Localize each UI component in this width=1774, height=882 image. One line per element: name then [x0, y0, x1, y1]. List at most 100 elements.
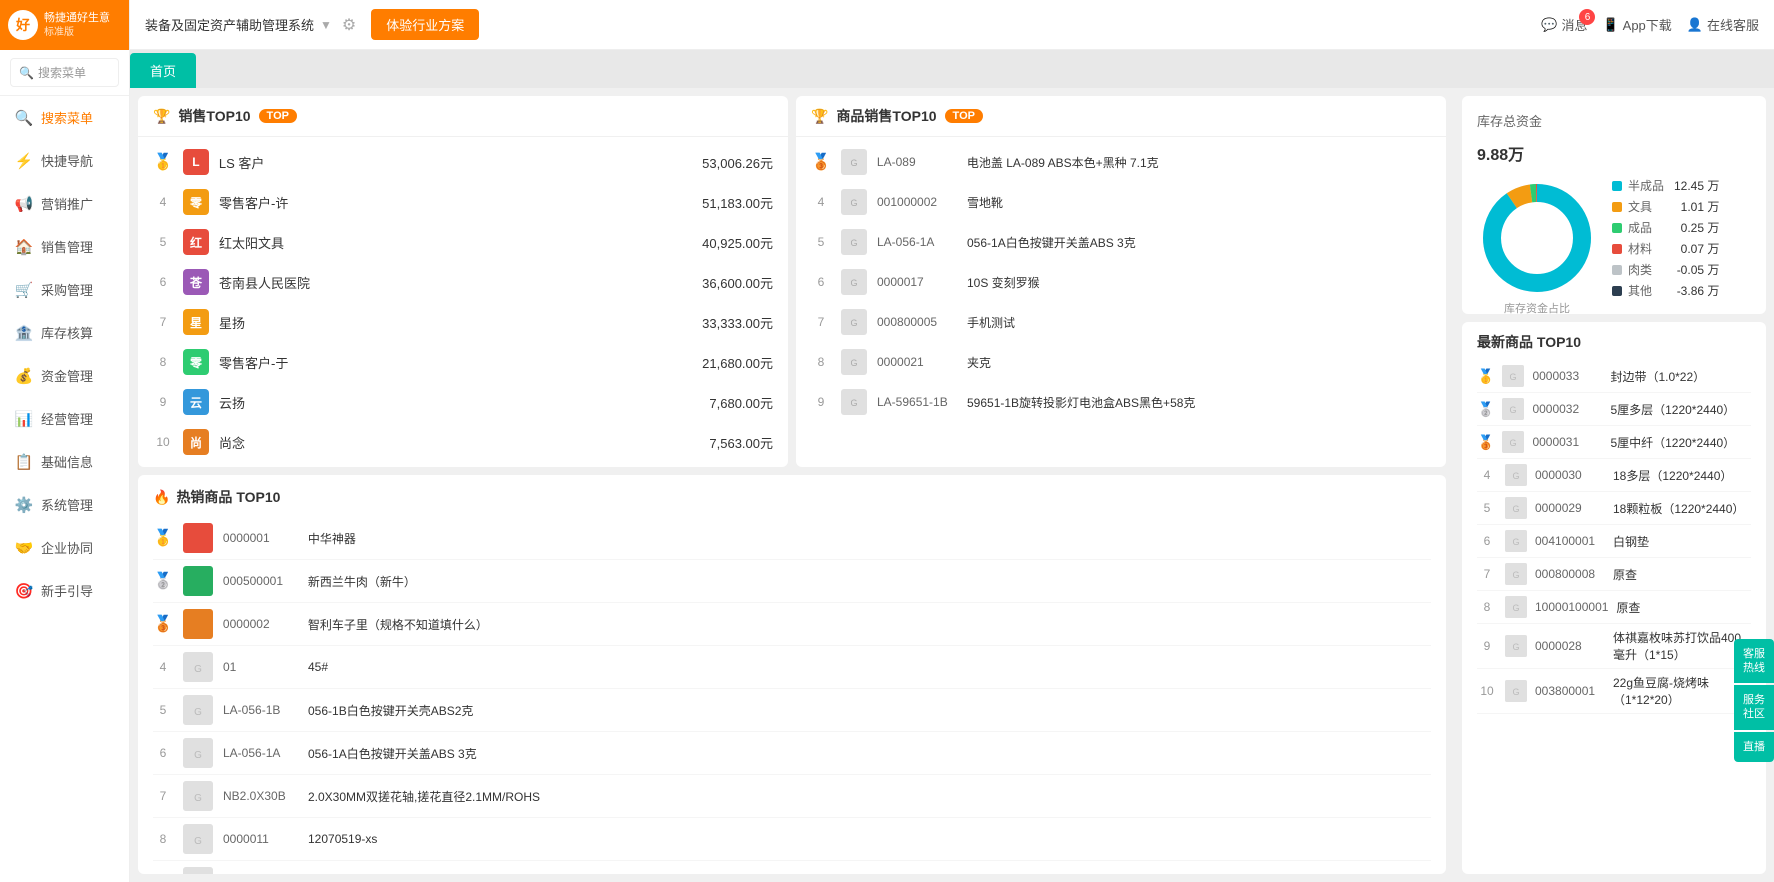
sidebar-item-system[interactable]: ⚙️系统管理	[0, 483, 129, 526]
svg-text:G: G	[1512, 537, 1519, 547]
medal-icon: 🥉	[153, 614, 173, 634]
settings-icon[interactable]: ⚙	[342, 15, 356, 35]
trophy2-icon: 🏆	[811, 108, 828, 125]
new-product-item: 9G0000028体祺嘉枚味苏打饮品400毫升（1*15）	[1477, 624, 1751, 669]
new-product-name: 5厘多层（1220*2440）	[1610, 401, 1751, 418]
live-button[interactable]: 直播	[1734, 732, 1774, 762]
hot-product-item: 6GLA-056-1A056-1A白色按键开关盖ABS 3克	[153, 732, 1431, 775]
new-product-code: 0000030	[1535, 468, 1605, 482]
new-product-code: 0000031	[1532, 435, 1602, 449]
sidebar-item-finance[interactable]: 💰资金管理	[0, 354, 129, 397]
customer-item: 9云云扬7,680.00元	[138, 382, 788, 422]
search-menu-button[interactable]: 🔍 搜索菜单	[10, 58, 119, 87]
sidebar-item-marketing[interactable]: 📢营销推广	[0, 182, 129, 225]
product-name: 59651-1B旋转投影灯电池盒ABS黑色+58克	[967, 394, 1431, 411]
svg-text:G: G	[1510, 438, 1517, 448]
legend-name: 其他	[1628, 282, 1668, 299]
product-code: 0000021	[877, 355, 957, 369]
new-product-item: 10G00380000122g鱼豆腐-烧烤味（1*12*20）	[1477, 669, 1751, 714]
hot-product-item: 8G000001112070519-xs	[153, 818, 1431, 861]
rank-number: 7	[811, 315, 831, 329]
messages-button[interactable]: 💬 消息 6	[1541, 15, 1587, 34]
customer-service-button[interactable]: 客服热线	[1734, 639, 1774, 684]
sidebar-item-sales[interactable]: 🏠 销售管理	[0, 225, 129, 268]
tab-home[interactable]: 首页	[130, 53, 196, 88]
hot-product-name: 056-1B白色按键开关壳ABS2克	[308, 702, 1431, 719]
sidebar-label-marketing: 营销推广	[41, 194, 93, 213]
hot-product-item: 7GNB2.0X30B2.0X30MM双搓花轴,搓花直径2.1MM/ROHS	[153, 775, 1431, 818]
customer-name: 红太阳文具	[219, 233, 692, 252]
hot-product-image: G	[183, 867, 213, 874]
medal-icon: 🥇	[1477, 368, 1494, 385]
sidebar-item-collab[interactable]: 🤝企业协同	[0, 526, 129, 569]
sidebar-item-operation[interactable]: 📊经营管理	[0, 397, 129, 440]
legend-value: -3.86 万	[1677, 282, 1720, 299]
svg-text:G: G	[194, 750, 202, 761]
product-list: 🥉GLA-089电池盖 LA-089 ABS本色+黑种 7.1克4G001000…	[796, 137, 1446, 427]
sidebar-item-inventory[interactable]: 🏦库存核算	[0, 311, 129, 354]
sales-icon: 🏠	[15, 238, 33, 256]
svg-text:G: G	[194, 836, 202, 847]
legend-item: 半成品12.45 万	[1612, 177, 1719, 194]
new-product-code: 10000100001	[1535, 600, 1608, 614]
sidebar-item-purchase[interactable]: 🛒采购管理	[0, 268, 129, 311]
service-community-button[interactable]: 服务社区	[1734, 685, 1774, 730]
sidebar-item-guide[interactable]: 🎯新手引导	[0, 569, 129, 612]
customer-item: 7星星扬33,333.00元	[138, 302, 788, 342]
hot-product-item: 🥉0000002智利车子里（规格不知道填什么）	[153, 603, 1431, 646]
hot-product-name: 智利车子里（规格不知道填什么）	[308, 616, 1431, 633]
system-selector[interactable]: 装备及固定资产辅助管理系统 ▼	[145, 15, 332, 34]
svg-text:G: G	[1512, 642, 1519, 652]
sidebar-label-sales: 销售管理	[41, 237, 93, 256]
customer-avatar: L	[183, 149, 209, 175]
customer-avatar: 零	[183, 189, 209, 215]
sidebar-item-basic[interactable]: 📋基础信息	[0, 440, 129, 483]
hot-product-name: 花语萌恒温分腿睡袋（厚款）	[311, 874, 1431, 875]
sidebar-logo: 好 畅捷通好生意 标准版	[0, 0, 129, 50]
rank-number: 7	[153, 789, 173, 803]
customer-name: 尚念	[219, 433, 699, 452]
legend-dot	[1612, 244, 1622, 254]
rank-number: 9	[153, 395, 173, 409]
new-product-image: G	[1502, 365, 1524, 387]
customer-name: LS 客户	[219, 153, 692, 172]
product-code: LA-089	[877, 155, 957, 169]
rank-number: 6	[153, 275, 173, 289]
new-product-name: 18多层（1220*2440）	[1613, 467, 1751, 484]
hot-product-name: 2.0X30MM双搓花轴,搓花直径2.1MM/ROHS	[308, 788, 1431, 805]
logo-text: 畅捷通好生意 标准版	[44, 11, 110, 38]
hot-product-image	[183, 523, 213, 553]
new-product-code: 004100001	[1535, 534, 1605, 548]
customer-name: 零售客户-许	[219, 193, 692, 212]
legend-dot	[1612, 202, 1622, 212]
product-image: G	[841, 349, 867, 375]
trial-button[interactable]: 体验行业方案	[371, 9, 479, 40]
customer-name: 苍南县人民医院	[219, 273, 692, 292]
top-badge: TOP	[259, 109, 297, 123]
rank-number: 8	[811, 355, 831, 369]
customer-amount: 21,680.00元	[702, 353, 773, 372]
hot-product-code: 0000011	[223, 832, 298, 846]
sidebar-item-quicknav[interactable]: ⚡快捷导航	[0, 139, 129, 182]
new-product-image: G	[1502, 431, 1524, 453]
donut-svg	[1477, 178, 1597, 298]
guide-icon: 🎯	[15, 582, 33, 600]
legend-dot	[1612, 223, 1622, 233]
product-name: 夹克	[967, 354, 1431, 371]
app-download-button[interactable]: 📱 App下载	[1602, 15, 1671, 34]
rank-number: 4	[153, 195, 173, 209]
hot-product-image: G	[183, 652, 213, 682]
product-image: G	[841, 229, 867, 255]
hot-product-name: 中华神器	[308, 530, 1431, 547]
rank-number: 4	[811, 195, 831, 209]
hot-products-panel: 🔥 热销商品 TOP10 🥇0000001中华神器🥈000500001新西兰牛肉…	[138, 475, 1446, 874]
new-product-image: G	[1505, 635, 1527, 657]
legend-name: 肉类	[1628, 261, 1668, 278]
sidebar-label-operation: 经营管理	[41, 409, 93, 428]
online-service-button[interactable]: 👤 在线客服	[1687, 15, 1759, 34]
product-sales-panel-title: 商品销售TOP10	[836, 106, 936, 126]
sidebar-item-search[interactable]: 🔍搜索菜单	[0, 96, 129, 139]
hot-product-name: 12070519-xs	[308, 832, 1431, 846]
hot-product-item: 5GLA-056-1B056-1B白色按键开关壳ABS2克	[153, 689, 1431, 732]
hot-products-list: 🥇0000001中华神器🥈000500001新西兰牛肉（新牛）🥉0000002智…	[153, 517, 1431, 874]
